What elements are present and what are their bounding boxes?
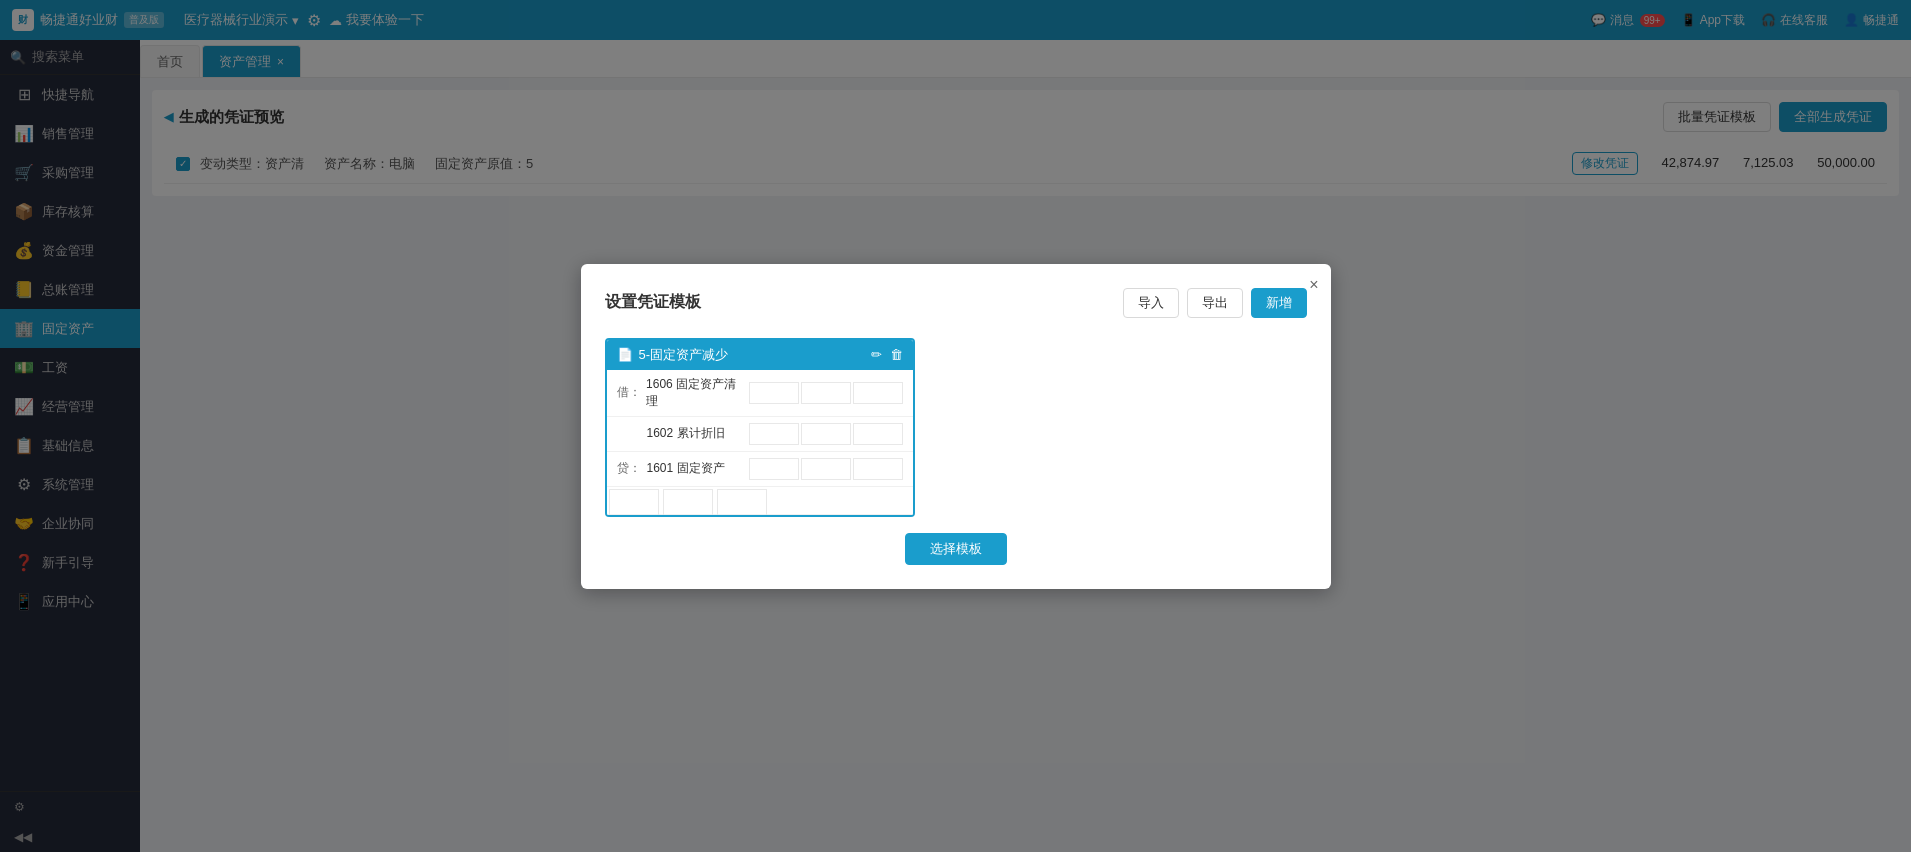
template-card: 📄 5-固定资产减少 ✏ 🗑 借： <box>605 338 915 517</box>
entry-cells-1 <box>747 382 903 404</box>
modal-overlay: × 设置凭证模板 导入 导出 新增 <box>140 78 1911 852</box>
delete-template-icon[interactable]: 🗑 <box>890 347 903 362</box>
modal-title: 设置凭证模板 <box>605 292 701 313</box>
template-card-name: 5-固定资产减少 <box>639 346 729 364</box>
entry-cell <box>853 382 903 404</box>
template-select-btn-area: 选择模板 <box>605 533 1307 565</box>
template-card-icon: 📄 <box>617 347 633 362</box>
entry-type-label-3: 贷： <box>617 460 647 477</box>
entry-account-1: 1606 固定资产清理 <box>646 376 746 410</box>
modal-header-buttons: 导入 导出 新增 <box>1123 288 1307 318</box>
import-button[interactable]: 导入 <box>1123 288 1179 318</box>
modal-close-button[interactable]: × <box>1309 276 1318 294</box>
debit-entry-1: 借： 1606 固定资产清理 <box>607 370 913 417</box>
template-card-body: 借： 1606 固定资产清理 <box>607 370 913 515</box>
debit-entry-2: 1602 累计折旧 <box>607 417 913 452</box>
template-empty-row <box>607 487 913 515</box>
main-layout: 🔍 搜索菜单 ⊞ 快捷导航 📊 销售管理 🛒 采购管理 📦 库存核算 💰 <box>0 40 1911 852</box>
template-card-header-left: 📄 5-固定资产减少 <box>617 346 729 364</box>
export-button[interactable]: 导出 <box>1187 288 1243 318</box>
content-area: 首页 资产管理 × 生成的凭证预览 批量凭证模板 <box>140 40 1911 852</box>
select-template-button[interactable]: 选择模板 <box>905 533 1007 565</box>
empty-cell <box>717 489 767 517</box>
modal-header: 设置凭证模板 导入 导出 新增 <box>605 288 1307 318</box>
entry-account-3: 1601 固定资产 <box>647 460 725 477</box>
empty-cell <box>609 489 659 517</box>
entry-cell <box>749 458 799 480</box>
entry-cell <box>801 382 851 404</box>
edit-template-icon[interactable]: ✏ <box>871 347 882 362</box>
entry-cell <box>853 423 903 445</box>
entry-cell <box>749 423 799 445</box>
modal: × 设置凭证模板 导入 导出 新增 <box>581 264 1331 589</box>
entry-type-label-1: 借： <box>617 384 647 401</box>
page-content: 生成的凭证预览 批量凭证模板 全部生成凭证 ✓ 变动类型：资产清 <box>140 78 1911 852</box>
entry-cells-2 <box>747 423 903 445</box>
template-card-actions: ✏ 🗑 <box>871 347 903 362</box>
entry-cell <box>801 458 851 480</box>
entry-cell <box>801 423 851 445</box>
entry-cell <box>749 382 799 404</box>
empty-cell <box>663 489 713 517</box>
entry-cells-3 <box>747 458 903 480</box>
entry-cell <box>853 458 903 480</box>
template-card-header: 📄 5-固定资产减少 ✏ 🗑 <box>607 340 913 370</box>
credit-entry-1: 贷： 1601 固定资产 <box>607 452 913 487</box>
new-button[interactable]: 新增 <box>1251 288 1307 318</box>
entry-account-2: 1602 累计折旧 <box>647 425 725 442</box>
